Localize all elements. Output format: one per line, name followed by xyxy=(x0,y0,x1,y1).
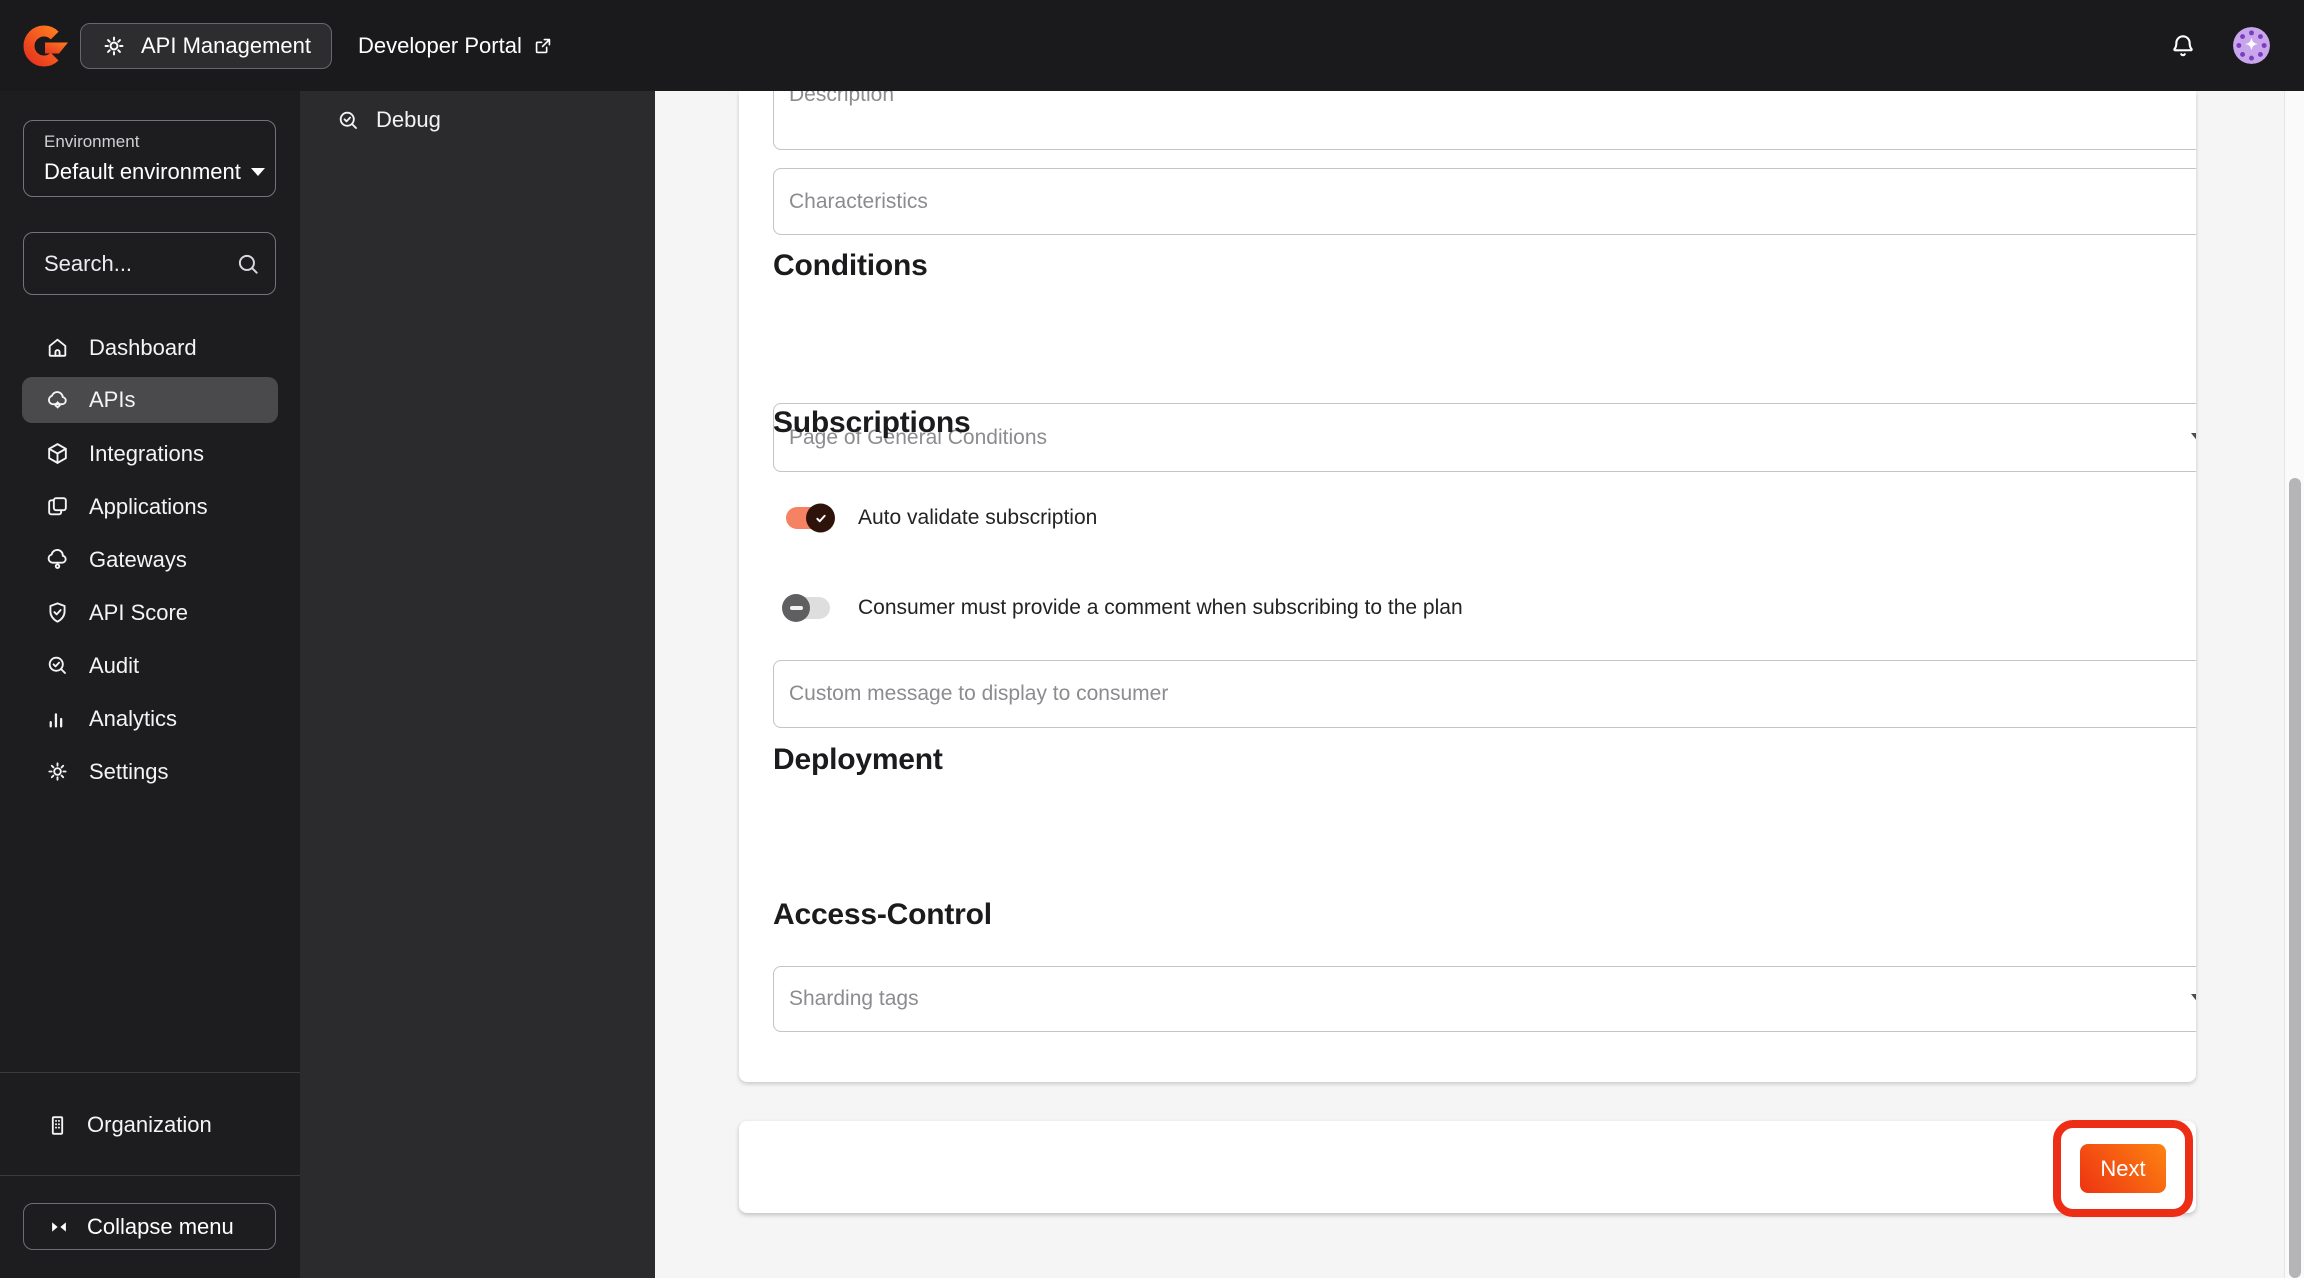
sidebar-item-label: Settings xyxy=(89,758,169,784)
subsidebar-item-debug[interactable]: Debug xyxy=(320,97,457,143)
environment-selector[interactable]: Environment Default environment xyxy=(23,120,276,197)
sidebar-item-label: Gateways xyxy=(89,546,187,572)
cloud-gear-icon xyxy=(48,390,67,409)
search-icon xyxy=(238,254,258,274)
building-icon xyxy=(51,1115,64,1135)
cube-icon xyxy=(48,443,67,464)
sidebar-item-label: Analytics xyxy=(89,705,178,731)
sidebar-item-api-score[interactable]: API Score xyxy=(22,586,278,639)
gear-icon xyxy=(48,762,67,781)
cloud-node-icon xyxy=(47,548,67,569)
user-avatar[interactable] xyxy=(2233,27,2270,64)
sharding-tags-placeholder: Sharding tags xyxy=(789,987,919,1010)
search-input[interactable] xyxy=(44,250,235,277)
sidebar-item-apis[interactable]: APIs xyxy=(22,377,278,423)
product-label: API Management xyxy=(141,32,311,58)
next-button[interactable]: Next xyxy=(2080,1144,2166,1193)
toggle-label: Consumer must provide a comment when sub… xyxy=(858,596,1463,619)
shield-check-icon xyxy=(49,602,66,623)
portal-label: Developer Portal xyxy=(357,32,522,58)
sidebar-item-integrations[interactable]: Integrations xyxy=(22,427,278,480)
sidebar-item-organization[interactable]: Organization xyxy=(45,1101,212,1149)
comment-required-toggle-row[interactable]: Consumer must provide a comment when sub… xyxy=(782,591,2162,625)
dropdown-arrow-icon xyxy=(2191,994,2196,1004)
secondary-sidebar: Debug xyxy=(300,91,655,1278)
toggle-thumb xyxy=(806,503,835,533)
custom-message-input[interactable] xyxy=(773,660,2196,728)
sharding-tags-select[interactable]: Sharding tags xyxy=(773,966,2196,1032)
stacked-squares-icon xyxy=(48,497,67,516)
dropdown-arrow-icon xyxy=(2191,432,2196,443)
bar-chart-icon xyxy=(49,713,63,728)
form-footer-bar xyxy=(739,1121,2196,1213)
collapse-menu-label: Collapse menu xyxy=(87,1213,234,1239)
sidebar-item-label: API Score xyxy=(89,599,189,625)
sidebar-item-settings[interactable]: Settings xyxy=(22,745,278,798)
search-check-icon xyxy=(48,656,66,674)
sidebar-item-label: APIs xyxy=(89,387,136,412)
subscriptions-heading: Subscriptions xyxy=(773,406,971,439)
check-icon xyxy=(815,514,826,522)
sidebar-item-label: Organization xyxy=(87,1112,212,1137)
primary-sidebar: Environment Default environment Dashboar… xyxy=(0,91,300,1278)
gear-icon xyxy=(104,36,124,55)
scrollbar-track xyxy=(2284,91,2304,1278)
environment-label: Environment xyxy=(44,132,140,151)
toggle-label: Auto validate subscription xyxy=(858,506,1098,529)
home-icon xyxy=(48,338,67,357)
sidebar-item-analytics[interactable]: Analytics xyxy=(22,692,278,745)
description-textarea[interactable]: Description xyxy=(773,91,2196,150)
sidebar-item-gateways[interactable]: Gateways xyxy=(22,533,278,586)
auto-validate-toggle-row[interactable]: Auto validate subscription xyxy=(786,501,2162,535)
sidebar-item-label: Dashboard xyxy=(89,334,197,360)
gravitee-logo-icon[interactable] xyxy=(22,20,70,72)
toggle-off xyxy=(782,594,830,622)
access-control-heading: Access-Control xyxy=(773,898,992,931)
environment-value: Default environment xyxy=(44,159,241,184)
app-screen: API Management Developer Portal Environm… xyxy=(0,0,2304,1278)
sidebar-item-audit[interactable]: Audit xyxy=(22,639,278,692)
toggle-thumb xyxy=(782,594,810,622)
sidebar-item-label: Audit xyxy=(89,652,140,678)
sidebar-nav: Dashboard APIs Integrations Applications… xyxy=(0,321,300,798)
scrollbar-thumb[interactable] xyxy=(2289,478,2301,1278)
api-management-switcher[interactable]: API Management xyxy=(80,22,332,69)
external-link-icon xyxy=(535,38,551,53)
dash-icon xyxy=(789,606,803,610)
sidebar-item-dashboard[interactable]: Dashboard xyxy=(22,321,278,374)
annotation-highlight-ring: Next xyxy=(2053,1120,2193,1217)
notifications-bell-icon[interactable] xyxy=(2168,31,2198,61)
collapse-icon xyxy=(52,1221,66,1232)
plan-form-card: Description Conditions Page of General C… xyxy=(739,91,2196,1082)
description-label: Description xyxy=(789,91,895,106)
general-conditions-select[interactable]: Page of General Conditions xyxy=(773,403,2196,472)
toggle-on xyxy=(786,503,835,533)
sidebar-item-label: Integrations xyxy=(89,440,204,466)
search-check-icon xyxy=(339,111,357,129)
collapse-menu-button[interactable]: Collapse menu xyxy=(23,1203,276,1250)
subsidebar-item-label: Debug xyxy=(376,107,441,132)
sidebar-search xyxy=(23,232,276,295)
developer-portal-link[interactable]: Developer Portal xyxy=(358,33,554,59)
sidebar-divider xyxy=(0,1072,300,1073)
sidebar-item-label: Applications xyxy=(89,493,208,519)
chevron-down-icon xyxy=(250,168,265,176)
deployment-heading: Deployment xyxy=(773,743,943,776)
conditions-heading: Conditions xyxy=(773,249,928,282)
main-content: Description Conditions Page of General C… xyxy=(655,91,2304,1278)
top-bar: API Management Developer Portal xyxy=(0,0,2304,91)
sidebar-item-applications[interactable]: Applications xyxy=(22,480,278,533)
characteristics-input[interactable] xyxy=(773,168,2196,235)
sidebar-divider xyxy=(0,1175,300,1176)
